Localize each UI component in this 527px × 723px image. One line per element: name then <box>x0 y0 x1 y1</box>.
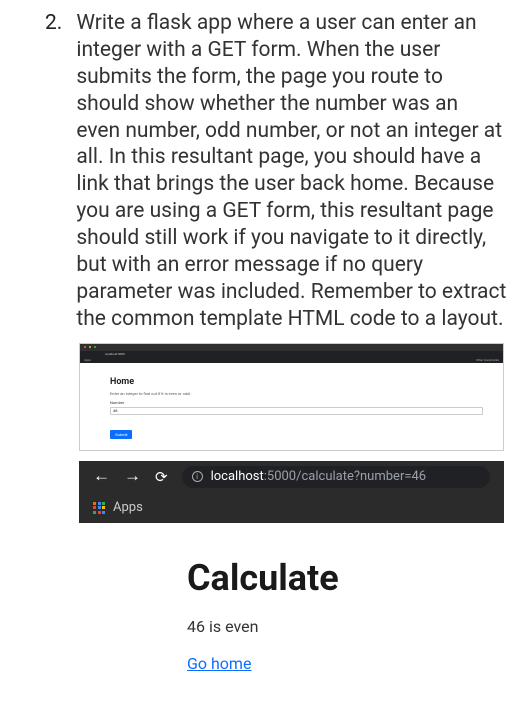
go-home-link[interactable]: Go home <box>187 654 251 673</box>
url-rest: :5000/calculate?number=46 <box>264 469 426 484</box>
question-text: Write a flask app where a user can enter… <box>76 10 507 333</box>
submit-button[interactable]: Submit <box>110 430 132 439</box>
url-small: localhost:5000 <box>105 352 125 356</box>
screenshots: localhost:5000 Apps Other bookmarks Home… <box>79 343 504 693</box>
back-icon[interactable]: ← <box>93 468 110 485</box>
question-block: 2. Write a flask app where a user can en… <box>45 10 507 333</box>
other-bookmarks: Other bookmarks <box>476 358 499 362</box>
forward-icon[interactable]: → <box>124 468 141 485</box>
url-host: localhost <box>211 469 264 484</box>
home-instruction: Enter an integer to find out if it is ev… <box>110 391 483 396</box>
apps-label-small: Apps <box>84 358 91 362</box>
calculate-heading: Calculate <box>187 557 484 599</box>
browser-toolbar: ← → ⟳ i localhost:5000/calculate?number=… <box>79 461 504 493</box>
apps-label[interactable]: Apps <box>113 500 143 515</box>
info-icon: i <box>192 471 203 482</box>
number-input[interactable]: 46 <box>110 407 483 415</box>
number-input-value: 46 <box>113 408 118 413</box>
question-number: 2. <box>45 10 62 333</box>
window-max-icon <box>94 346 96 348</box>
number-label: Number <box>110 400 483 405</box>
home-heading: Home <box>110 377 483 387</box>
calculate-result: 46 is even <box>187 617 484 636</box>
bookmark-bar: Apps <box>79 493 504 523</box>
reload-icon[interactable]: ⟳ <box>155 468 168 486</box>
window-close-icon <box>84 346 86 348</box>
home-page-body: Home Enter an integer to find out if it … <box>80 363 503 450</box>
window-min-icon <box>89 346 91 348</box>
browser-tabbar <box>80 344 503 351</box>
url: localhost:5000/calculate?number=46 <box>211 469 427 484</box>
address-bar[interactable]: i localhost:5000/calculate?number=46 <box>182 466 490 488</box>
apps-grid-icon[interactable] <box>93 502 105 514</box>
calculate-page-body: Calculate 46 is even Go home <box>79 523 504 693</box>
home-browser-screenshot: localhost:5000 Apps Other bookmarks Home… <box>79 343 504 451</box>
calculate-browser-screenshot: ← → ⟳ i localhost:5000/calculate?number=… <box>79 461 504 693</box>
